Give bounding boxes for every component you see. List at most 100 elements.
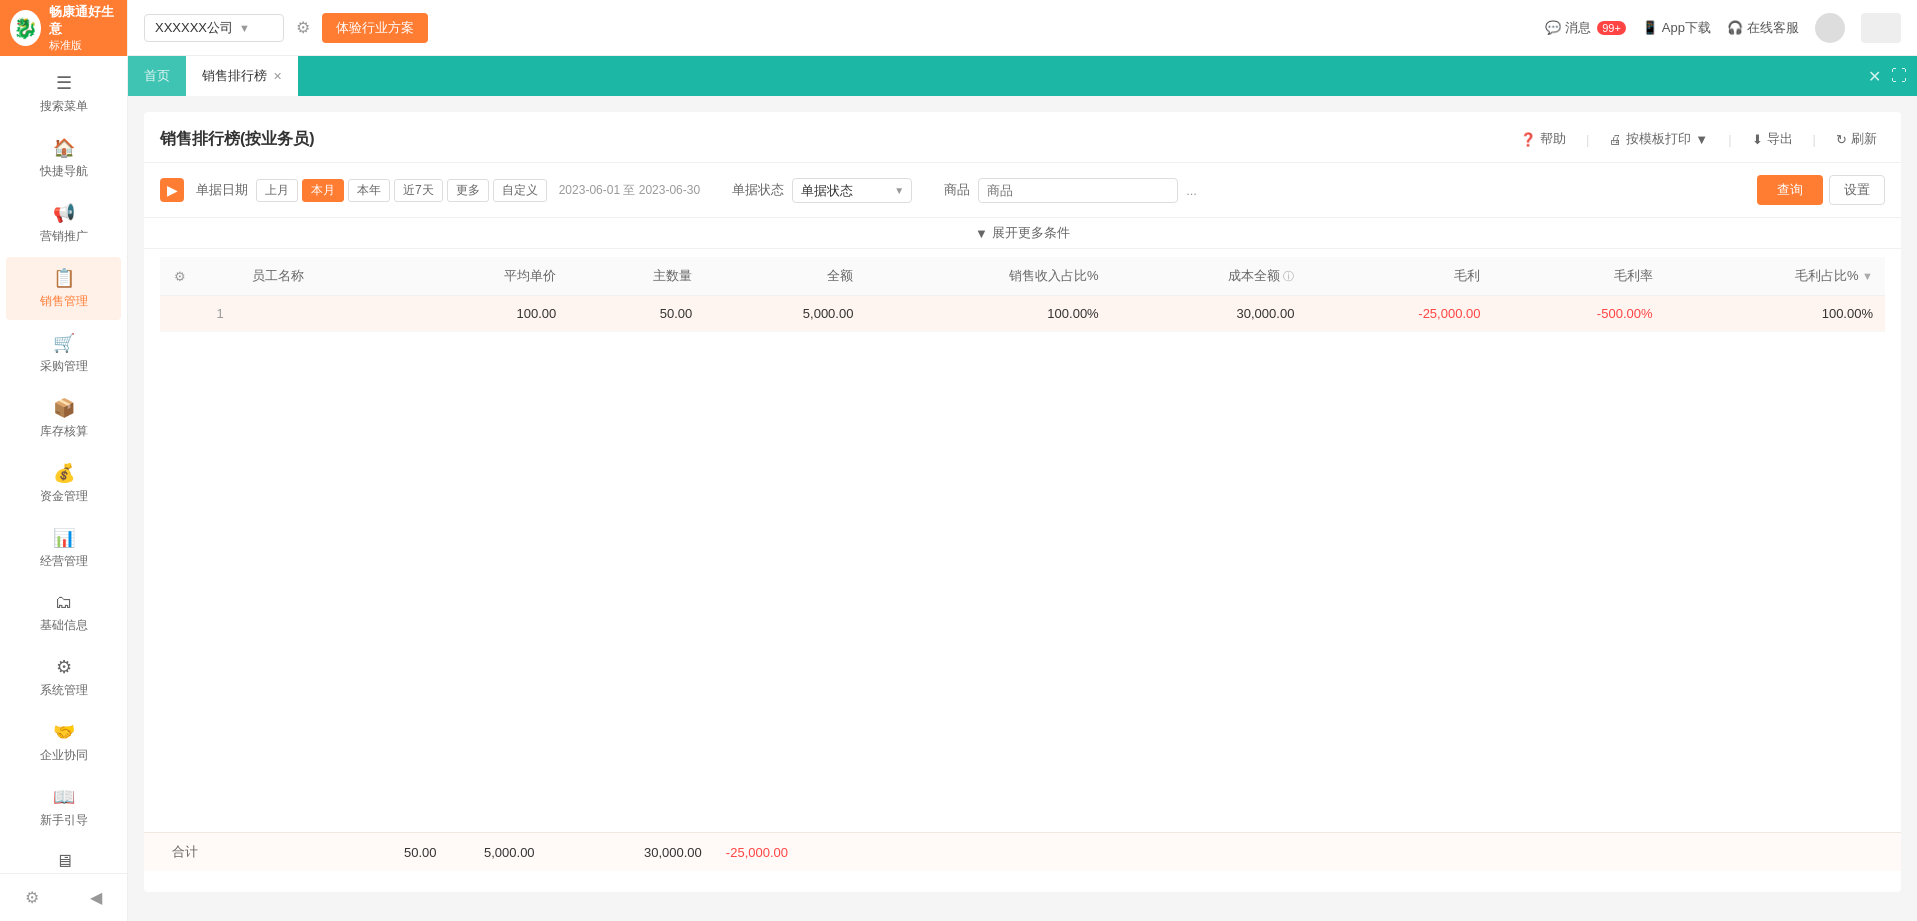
- sidebar-item-finance[interactable]: 💰资金管理: [6, 452, 121, 515]
- table-footer: 合计 50.00 5,000.00 30,000.00 -25,000.00: [144, 832, 1901, 871]
- tab-sales-rank[interactable]: 销售排行榜 ✕: [186, 56, 298, 96]
- sidebar-label-marketing: 营销推广: [40, 228, 88, 245]
- settings-button[interactable]: 设置: [1829, 175, 1885, 205]
- col-gross-profit: 毛利: [1306, 257, 1492, 296]
- footer-main-qty: 50.00: [392, 845, 472, 860]
- col-cost: 成本全额 ⓘ: [1111, 257, 1307, 296]
- export-button[interactable]: ⬇ 导出: [1744, 126, 1801, 152]
- date-btn-this-month[interactable]: 本月: [302, 179, 344, 202]
- sidebar-footer: ⚙ ◀: [0, 873, 127, 921]
- footer-settings-icon[interactable]: ⚙: [17, 884, 47, 911]
- sidebar-item-system-mgmt[interactable]: ⚙系统管理: [6, 646, 121, 709]
- date-buttons: 上月 本月 本年 近7天 更多 自定义: [256, 179, 547, 202]
- footer-total-label: 合计: [172, 843, 232, 861]
- sidebar-item-quick-nav[interactable]: 🏠快捷导航: [6, 127, 121, 190]
- tab-home-label: 首页: [144, 67, 170, 85]
- sidebar-icon-inventory: 📦: [53, 397, 75, 419]
- goods-more-btn[interactable]: ...: [1186, 183, 1197, 198]
- footer-amount: 5,000.00: [472, 845, 552, 860]
- page-header: 销售排行榜(按业务员) ❓ 帮助 | 🖨 按模板打印 ▼ | ⬇ 导出 |: [144, 112, 1901, 163]
- company-name: XXXXXX公司: [155, 19, 233, 37]
- message-badge: 99+: [1597, 21, 1626, 35]
- cost-info-icon[interactable]: ⓘ: [1283, 270, 1294, 282]
- topbar-settings-icon[interactable]: ⚙: [296, 18, 310, 37]
- help-icon: ❓: [1520, 132, 1536, 147]
- message-item[interactable]: 💬 消息 99+: [1545, 19, 1626, 37]
- trial-button[interactable]: 体验行业方案: [322, 13, 428, 43]
- goods-filter-label: 商品: [944, 181, 970, 199]
- footer-cost: 30,000.00: [632, 845, 714, 860]
- tab-sales-rank-close[interactable]: ✕: [273, 70, 282, 83]
- sidebar-item-marketing[interactable]: 📢营销推广: [6, 192, 121, 255]
- row-name-0: [240, 296, 404, 332]
- query-settings-group: 查询 设置: [1757, 175, 1885, 205]
- page-container: 销售排行榜(按业务员) ❓ 帮助 | 🖨 按模板打印 ▼ | ⬇ 导出 |: [144, 112, 1901, 892]
- row-amount-0: 5,000.00: [704, 296, 865, 332]
- help-button[interactable]: ❓ 帮助: [1512, 126, 1574, 152]
- sidebar-icon-search-order: ☰: [56, 72, 72, 94]
- tab-close-all[interactable]: ✕: [1868, 67, 1881, 86]
- tab-expand[interactable]: ⛶: [1891, 67, 1907, 85]
- date-btn-last-month[interactable]: 上月: [256, 179, 298, 202]
- filter-bar: ▶ 单据日期 上月 本月 本年 近7天 更多 自定义 2023-06-01 至 …: [144, 163, 1901, 218]
- row-gross-profit-0: -25,000.00: [1306, 296, 1492, 332]
- footer-gross-profit: -25,000.00: [714, 845, 800, 860]
- date-filter-label: 单据日期: [196, 181, 248, 199]
- sidebar-label-enterprise-collab: 企业协同: [40, 747, 88, 764]
- online-service-item[interactable]: 🎧 在线客服: [1727, 19, 1799, 37]
- footer-collapse-icon[interactable]: ◀: [82, 884, 110, 911]
- tabbar: 首页 销售排行榜 ✕ ✕ ⛶: [128, 56, 1917, 96]
- sidebar-icon-finance: 💰: [53, 462, 75, 484]
- sidebar-icon-app-center: 🖥: [55, 851, 73, 872]
- sidebar-item-enterprise-collab[interactable]: 🤝企业协同: [6, 711, 121, 774]
- goods-input[interactable]: [978, 178, 1178, 203]
- sidebar-icon-quick-nav: 🏠: [53, 137, 75, 159]
- logo-icon: 🐉: [10, 10, 41, 46]
- sidebar-icon-basic-info: 🗂: [55, 592, 73, 613]
- row-settings-0: [160, 296, 200, 332]
- col-amount: 全额: [704, 257, 865, 296]
- sidebar-item-search-order[interactable]: ☰搜索菜单: [6, 62, 121, 125]
- status-select[interactable]: 单据状态: [792, 178, 912, 203]
- date-btn-custom[interactable]: 自定义: [493, 179, 547, 202]
- user-avatar[interactable]: [1815, 13, 1845, 43]
- date-btn-7days[interactable]: 近7天: [394, 179, 443, 202]
- row-gross-pct-0: 100.00%: [1665, 296, 1885, 332]
- sidebar-label-inventory: 库存核算: [40, 423, 88, 440]
- sidebar-item-operations[interactable]: 📊经营管理: [6, 517, 121, 580]
- sidebar-item-basic-info[interactable]: 🗂基础信息: [6, 582, 121, 644]
- sidebar-icon-purchase-mgmt: 🛒: [53, 332, 75, 354]
- row-gross-rate-0: -500.00%: [1492, 296, 1664, 332]
- row-cost-0: 30,000.00: [1111, 296, 1307, 332]
- company-selector[interactable]: XXXXXX公司 ▼: [144, 14, 284, 42]
- tab-sales-rank-label: 销售排行榜: [202, 67, 267, 85]
- sidebar: 🐉 畅康通好生意 标准版 ☰搜索菜单🏠快捷导航📢营销推广📋销售管理🛒采购管理📦库…: [0, 0, 128, 921]
- sidebar-label-beginner-guide: 新手引导: [40, 812, 88, 829]
- refresh-button[interactable]: ↻ 刷新: [1828, 126, 1885, 152]
- tab-home[interactable]: 首页: [128, 56, 186, 96]
- query-button[interactable]: 查询: [1757, 175, 1823, 205]
- sidebar-item-purchase-mgmt[interactable]: 🛒采购管理: [6, 322, 121, 385]
- tab-controls: ✕ ⛶: [1868, 67, 1917, 86]
- template-print-button[interactable]: 🖨 按模板打印 ▼: [1601, 126, 1716, 152]
- status-filter-group: 单据状态 单据状态: [732, 178, 912, 203]
- expand-conditions-button[interactable]: ▼ 展开更多条件: [975, 224, 1070, 242]
- expand-chevron-icon: ▼: [975, 226, 988, 241]
- sales-rank-table: ⚙ 员工名称 平均单价 主数量 全额 销售收入占比% 成本全额 ⓘ 毛利 毛利率: [160, 257, 1885, 332]
- sidebar-nav: ☰搜索菜单🏠快捷导航📢营销推广📋销售管理🛒采购管理 📦 库存核算 💰资金管理📊经营管理…: [0, 56, 127, 873]
- date-btn-this-year[interactable]: 本年: [348, 179, 390, 202]
- sidebar-item-inventory[interactable]: 📦 库存核算: [6, 387, 121, 450]
- date-btn-more[interactable]: 更多: [447, 179, 489, 202]
- sidebar-icon-operations: 📊: [53, 527, 75, 549]
- refresh-icon: ↻: [1836, 132, 1847, 147]
- filter-collapse-button[interactable]: ▶: [160, 178, 184, 202]
- sidebar-item-sales-mgmt[interactable]: 📋销售管理: [6, 257, 121, 320]
- topbar-right: 💬 消息 99+ 📱 App下载 🎧 在线客服: [1545, 13, 1901, 43]
- sidebar-item-app-center[interactable]: 🖥应用中心: [6, 841, 121, 873]
- col-employee-name: 员工名称: [240, 257, 404, 296]
- sidebar-item-beginner-guide[interactable]: 📖新手引导: [6, 776, 121, 839]
- gross-pct-info-icon[interactable]: ▼: [1862, 270, 1873, 282]
- row-sales-pct-0: 100.00%: [865, 296, 1110, 332]
- col-settings[interactable]: ⚙: [160, 257, 200, 296]
- app-download-item[interactable]: 📱 App下载: [1642, 19, 1711, 37]
